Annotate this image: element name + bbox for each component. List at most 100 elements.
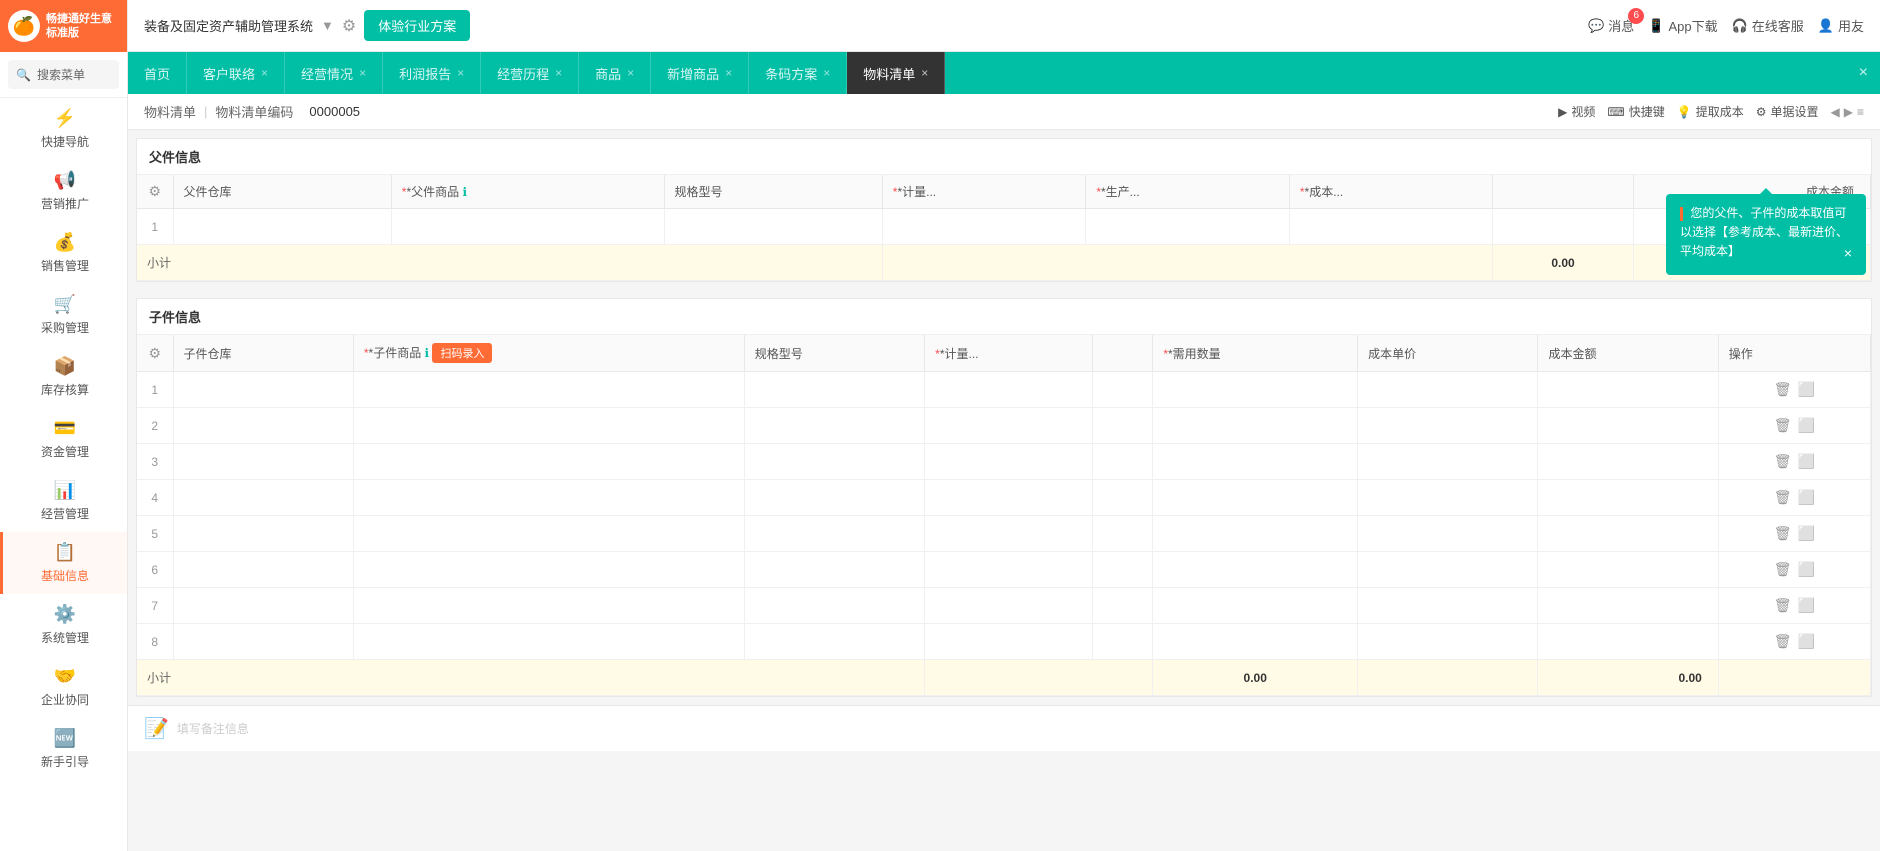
child-row-5-product[interactable] [353, 516, 744, 552]
child-row-3-qty[interactable] [1153, 444, 1358, 480]
child-row-7-unit-cost[interactable] [1358, 588, 1538, 624]
child-row-6-spec[interactable] [744, 552, 924, 588]
message-icon-item[interactable]: 💬 消息 6 [1588, 16, 1634, 35]
delete-icon-5[interactable]: 🗑 [1774, 525, 1792, 542]
prev-page-btn[interactable]: ◀ [1831, 105, 1840, 119]
dropdown-icon[interactable]: ▼ [321, 18, 334, 33]
child-row-8-unit[interactable] [925, 624, 1093, 660]
child-row-2-spec[interactable] [744, 408, 924, 444]
child-row-4-product[interactable] [353, 480, 744, 516]
tab-product-close[interactable]: × [627, 66, 634, 80]
child-row-1-qty[interactable] [1153, 372, 1358, 408]
child-row-4-unit[interactable] [925, 480, 1093, 516]
sidebar-item-marketing[interactable]: 📢 营销推广 [0, 160, 127, 222]
child-row-2-qty[interactable] [1153, 408, 1358, 444]
child-row-5-unit-cost[interactable] [1358, 516, 1538, 552]
child-row-3-spec[interactable] [744, 444, 924, 480]
child-row-2-unit[interactable] [925, 408, 1093, 444]
copy-icon-2[interactable]: ⬜ [1798, 417, 1815, 434]
delete-icon-4[interactable]: 🗑 [1774, 489, 1792, 506]
tooltip-close-btn[interactable]: × [1844, 242, 1852, 264]
child-row-3-product[interactable] [353, 444, 744, 480]
child-row-3-warehouse[interactable] [173, 444, 353, 480]
trial-button[interactable]: 体验行业方案 [364, 10, 470, 41]
online-service-item[interactable]: 🎧 在线客服 [1732, 16, 1804, 35]
copy-icon-8[interactable]: ⬜ [1798, 633, 1815, 650]
sidebar-item-enterprise[interactable]: 🤝 企业协同 [0, 656, 127, 718]
sidebar-item-purchase[interactable]: 🛒 采购管理 [0, 284, 127, 346]
child-row-8-unit-cost[interactable] [1358, 624, 1538, 660]
child-row-6-product[interactable] [353, 552, 744, 588]
breadcrumb-code-label[interactable]: 物料清单编码 [215, 102, 293, 121]
tab-barcode[interactable]: 条码方案 × [749, 52, 847, 94]
parent-row-1-cost[interactable] [1289, 209, 1493, 245]
child-row-4-warehouse[interactable] [173, 480, 353, 516]
copy-icon-3[interactable]: ⬜ [1798, 453, 1815, 470]
copy-icon-5[interactable]: ⬜ [1798, 525, 1815, 542]
delete-icon-7[interactable]: 🗑 [1774, 597, 1792, 614]
copy-icon-4[interactable]: ⬜ [1798, 489, 1815, 506]
copy-icon-1[interactable]: ⬜ [1798, 381, 1815, 398]
tab-barcode-close[interactable]: × [823, 66, 830, 80]
child-row-8-spec[interactable] [744, 624, 924, 660]
child-row-1-product[interactable] [353, 372, 744, 408]
parent-row-1-unit[interactable] [882, 209, 1086, 245]
child-row-5-unit[interactable] [925, 516, 1093, 552]
tab-history-close[interactable]: × [555, 66, 562, 80]
sidebar-item-quick-nav[interactable]: ⚡ 快捷导航 [0, 98, 127, 160]
child-row-4-spec[interactable] [744, 480, 924, 516]
child-settings-icon[interactable]: ⚙ [147, 345, 163, 362]
shortcut-action[interactable]: ⌨ 快捷键 [1607, 103, 1664, 120]
parent-row-1-product[interactable] [391, 209, 664, 245]
delete-icon-1[interactable]: 🗑 [1774, 381, 1792, 398]
child-row-1-spec[interactable] [744, 372, 924, 408]
sidebar-item-basic[interactable]: 📋 基础信息 [0, 532, 127, 594]
video-action[interactable]: ▶ 视频 [1558, 103, 1595, 120]
tab-new-product[interactable]: 新增商品 × [651, 52, 749, 94]
tab-history[interactable]: 经营历程 × [481, 52, 579, 94]
child-row-5-warehouse[interactable] [173, 516, 353, 552]
note-placeholder[interactable]: 填写备注信息 [177, 720, 249, 737]
scan-input-btn[interactable]: 扫码录入 [432, 343, 492, 363]
sidebar-item-sales[interactable]: 💰 销售管理 [0, 222, 127, 284]
child-row-7-qty[interactable] [1153, 588, 1358, 624]
extract-cost-action[interactable]: 💡 提取成本 [1677, 103, 1744, 120]
next-page-btn[interactable]: ▶ [1844, 105, 1853, 119]
child-row-8-warehouse[interactable] [173, 624, 353, 660]
sidebar-item-finance[interactable]: 💳 资金管理 [0, 408, 127, 470]
tab-bom-close[interactable]: × [921, 66, 928, 80]
delete-icon-8[interactable]: 🗑 [1774, 633, 1792, 650]
child-row-5-spec[interactable] [744, 516, 924, 552]
tab-customer-close[interactable]: × [261, 66, 268, 80]
child-row-2-warehouse[interactable] [173, 408, 353, 444]
parent-row-1-produce[interactable] [1086, 209, 1290, 245]
child-row-7-spec[interactable] [744, 588, 924, 624]
tab-business-close[interactable]: × [359, 66, 366, 80]
grid-view-btn[interactable]: ≡ [1857, 105, 1864, 119]
child-row-6-unit-cost[interactable] [1358, 552, 1538, 588]
sidebar-item-inventory[interactable]: 📦 库存核算 [0, 346, 127, 408]
settings-icon[interactable]: ⚙ [342, 16, 356, 36]
child-row-7-unit[interactable] [925, 588, 1093, 624]
child-row-1-unit-cost[interactable] [1358, 372, 1538, 408]
child-row-4-qty[interactable] [1153, 480, 1358, 516]
child-row-1-unit[interactable] [925, 372, 1093, 408]
tab-bom[interactable]: 物料清单 × [847, 52, 945, 94]
delete-icon-6[interactable]: 🗑 [1774, 561, 1792, 578]
tab-new-product-close[interactable]: × [725, 66, 732, 80]
tab-profit[interactable]: 利润报告 × [383, 52, 481, 94]
tab-profit-close[interactable]: × [457, 66, 464, 80]
parent-settings-icon[interactable]: ⚙ [147, 183, 163, 200]
child-row-3-unit-cost[interactable] [1358, 444, 1538, 480]
parent-row-1-spec[interactable] [664, 209, 882, 245]
child-row-5-qty[interactable] [1153, 516, 1358, 552]
child-row-6-warehouse[interactable] [173, 552, 353, 588]
child-row-1-warehouse[interactable] [173, 372, 353, 408]
sidebar-item-guide[interactable]: 🆕 新手引导 [0, 718, 127, 780]
parent-row-1-warehouse[interactable] [173, 209, 391, 245]
copy-icon-6[interactable]: ⬜ [1798, 561, 1815, 578]
tab-customer[interactable]: 客户联络 × [187, 52, 285, 94]
tab-home[interactable]: 首页 [128, 52, 187, 94]
breadcrumb-bom[interactable]: 物料清单 [144, 102, 196, 121]
child-row-8-product[interactable] [353, 624, 744, 660]
